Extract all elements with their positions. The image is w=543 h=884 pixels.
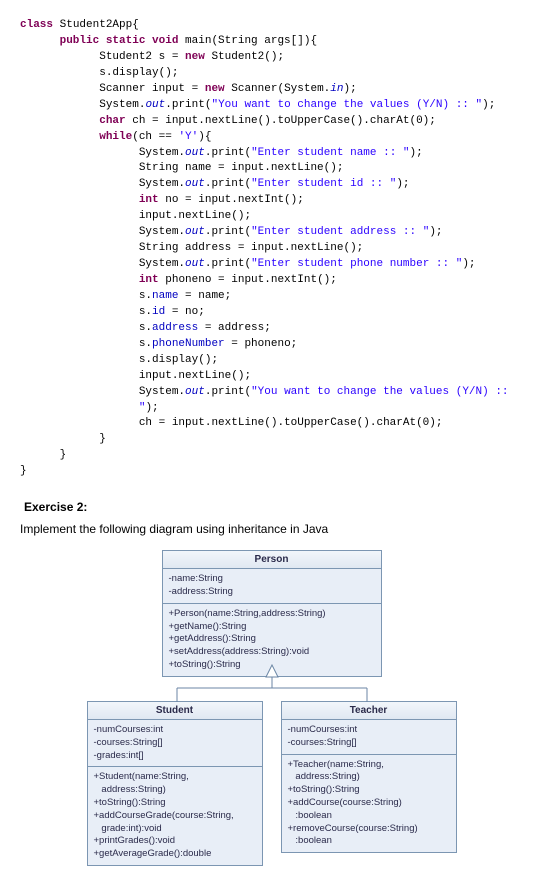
uml-operations: +Teacher(name:String, address:String) +t… <box>282 755 456 853</box>
uml-title: Person <box>163 551 381 569</box>
exercise-heading: Exercise 2: <box>24 500 523 514</box>
uml-title: Student <box>88 702 262 720</box>
exercise-prompt: Implement the following diagram using in… <box>20 522 523 536</box>
uml-title: Teacher <box>282 702 456 720</box>
uml-attributes: -numCourses:int -courses:String[] <box>282 720 456 755</box>
uml-class-student: Student -numCourses:int -courses:String[… <box>87 701 263 866</box>
uml-attributes: -numCourses:int -courses:String[] -grade… <box>88 720 262 767</box>
code-block: class Student2App{ public static void ma… <box>20 18 523 480</box>
uml-class-person: Person -name:String -address:String +Per… <box>162 550 382 677</box>
uml-operations: +Student(name:String, address:String) +t… <box>88 767 262 865</box>
uml-diagram: Person -name:String -address:String +Per… <box>87 550 457 866</box>
uml-class-teacher: Teacher -numCourses:int -courses:String[… <box>281 701 457 853</box>
uml-operations: +Person(name:String,address:String) +get… <box>163 604 381 676</box>
uml-attributes: -name:String -address:String <box>163 569 381 604</box>
